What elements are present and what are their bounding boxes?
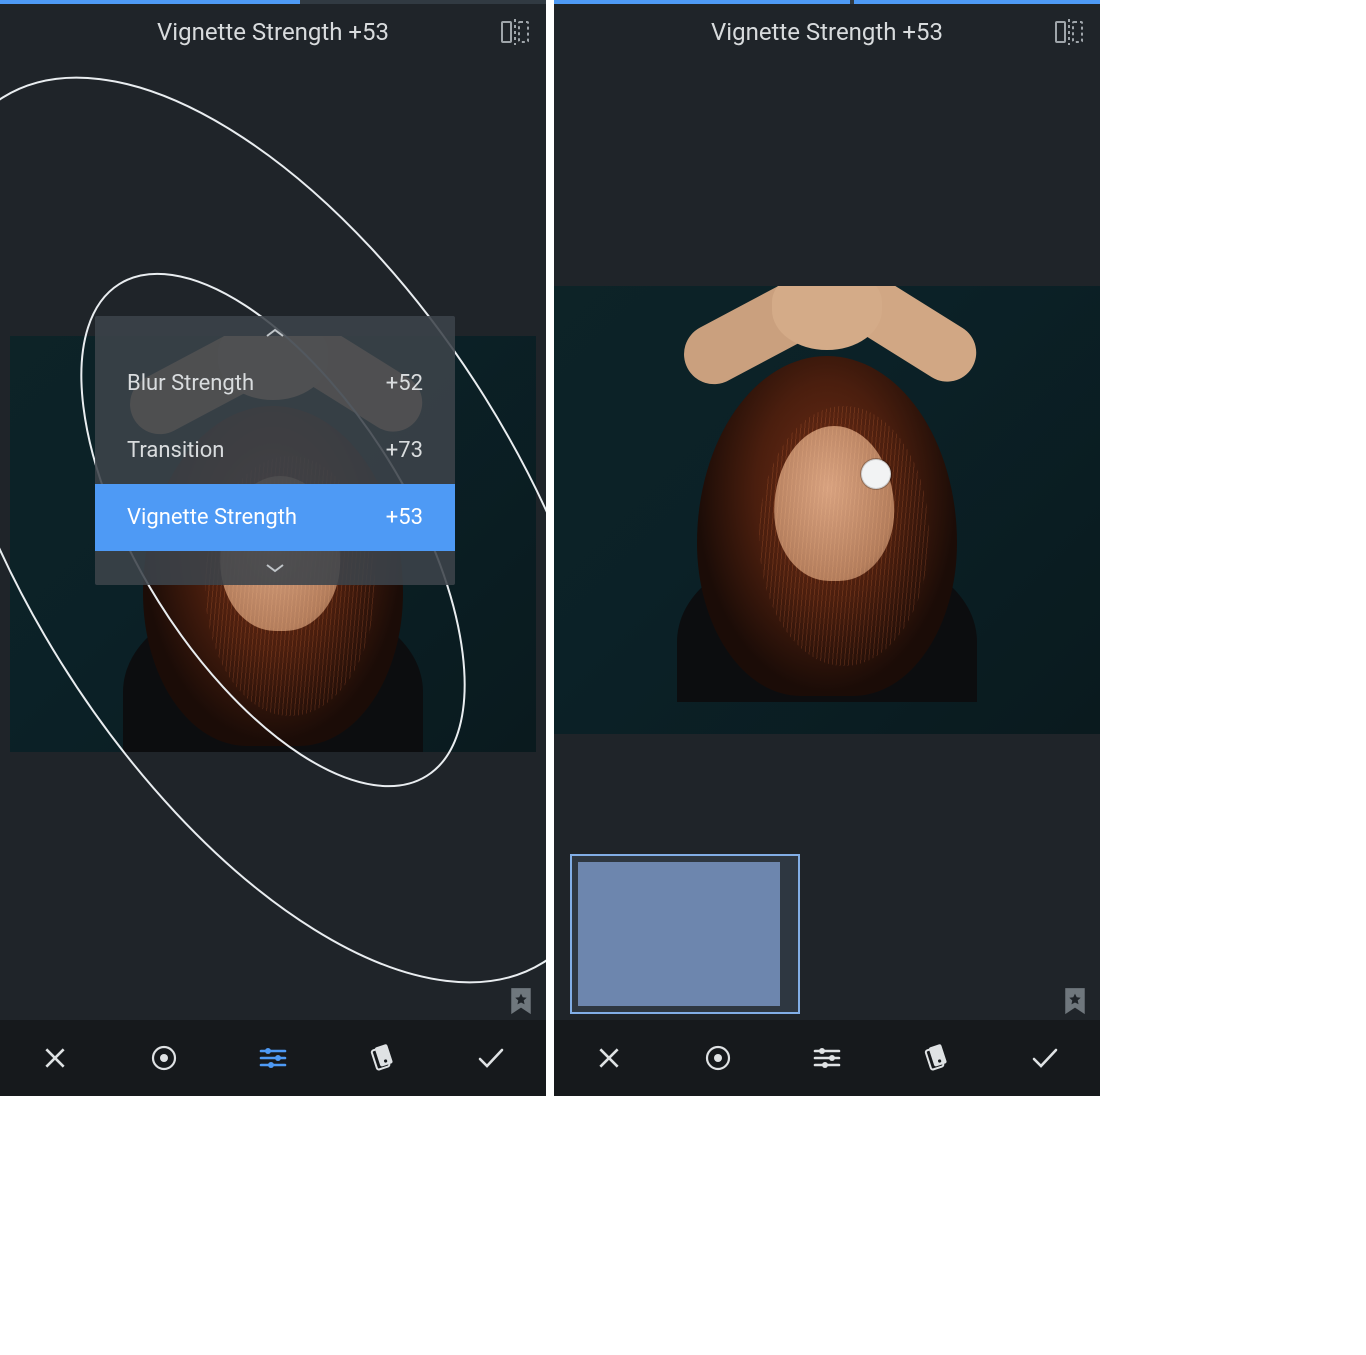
sliders-button[interactable]	[805, 1036, 849, 1080]
bottom-toolbar	[0, 1020, 546, 1096]
focus-center-handle[interactable]	[861, 459, 891, 489]
chevron-up-icon[interactable]	[95, 316, 455, 350]
star-bookmark-icon[interactable]	[508, 986, 534, 1016]
adjustment-label: Blur Strength	[127, 371, 254, 396]
sliders-button[interactable]	[251, 1036, 295, 1080]
adjustment-label: Vignette Strength	[127, 505, 297, 530]
edited-photo	[554, 286, 1100, 734]
style-thumbnail-selected[interactable]	[570, 854, 800, 1014]
close-button[interactable]	[587, 1036, 631, 1080]
header-title: Vignette Strength +53	[0, 18, 546, 46]
phone-right: Vignette Strength +53	[554, 0, 1100, 1096]
adjustment-value: +73	[386, 438, 423, 463]
focus-shape-button[interactable]	[142, 1036, 186, 1080]
adjustments-panel[interactable]: Blur Strength +52 Transition +73 Vignett…	[95, 316, 455, 585]
bottom-toolbar	[554, 1020, 1100, 1096]
adjustment-label: Transition	[127, 438, 224, 463]
adjustment-row-vignette-strength[interactable]: Vignette Strength +53	[95, 484, 455, 551]
styles-strip[interactable]	[570, 854, 1100, 1016]
focus-shape-button[interactable]	[696, 1036, 740, 1080]
adjustment-row-transition[interactable]: Transition +73	[95, 417, 455, 484]
styles-button[interactable]	[914, 1036, 958, 1080]
image-canvas[interactable]	[554, 286, 1100, 734]
header: Vignette Strength +53	[0, 4, 546, 60]
adjustment-value: +52	[386, 371, 423, 396]
chevron-down-icon[interactable]	[95, 551, 455, 585]
close-button[interactable]	[33, 1036, 77, 1080]
confirm-button[interactable]	[1023, 1036, 1067, 1080]
styles-button[interactable]	[360, 1036, 404, 1080]
style-thumbnail-preview	[578, 862, 780, 1006]
phone-left: Vignette Strength +53	[0, 0, 546, 1096]
confirm-button[interactable]	[469, 1036, 513, 1080]
adjustment-row-blur-strength[interactable]: Blur Strength +52	[95, 350, 455, 417]
header: Vignette Strength +53	[554, 4, 1100, 60]
star-bookmark-icon[interactable]	[1062, 986, 1088, 1016]
header-title: Vignette Strength +53	[554, 18, 1100, 46]
adjustment-value: +53	[386, 505, 423, 530]
compare-icon[interactable]	[498, 15, 532, 49]
compare-icon[interactable]	[1052, 15, 1086, 49]
